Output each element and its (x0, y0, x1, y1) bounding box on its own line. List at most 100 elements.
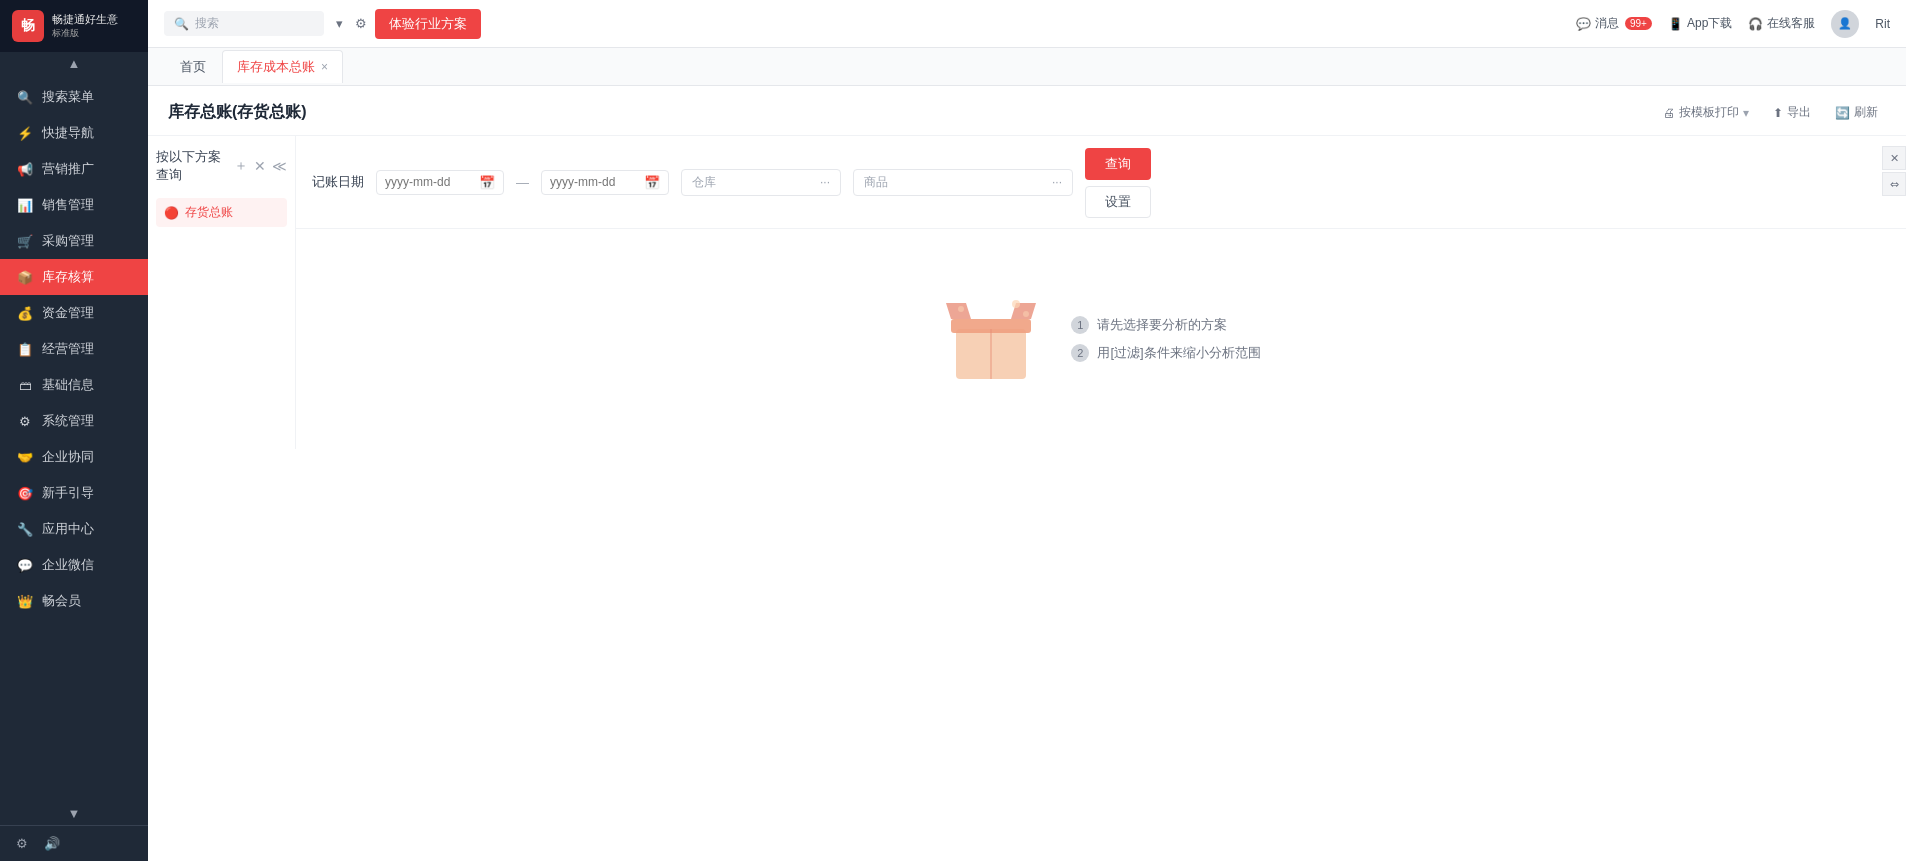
sidebar: 畅 畅捷通好生意 标准版 ▲ 🔍 搜索菜单 ⚡ 快捷导航 📢 营销推广 📊 销售… (0, 0, 148, 861)
tip-num-1: 1 (1071, 316, 1089, 334)
goods-filter[interactable]: 商品 ··· (853, 169, 1073, 196)
topbar: 🔍 搜索 ▾ ⚙ 体验行业方案 💬 消息 99+ 📱 App下载 🎧 在线客服 … (148, 0, 1906, 48)
tab-close-icon[interactable]: × (321, 60, 328, 74)
scheme-icon: 🔴 (164, 206, 179, 220)
service-icon: 🎧 (1748, 17, 1763, 31)
sidebar-scroll-down[interactable]: ▼ (0, 802, 148, 825)
export-icon: ⬆ (1773, 106, 1783, 120)
sidebar-item-member[interactable]: 👑 畅会员 (0, 583, 148, 619)
filter-by-label: 按以下方案查询 (156, 148, 228, 184)
scheme-item-inventory[interactable]: 🔴 存货总账 (156, 198, 287, 227)
wechat-icon: 💬 (16, 556, 34, 574)
sidebar-item-inventory[interactable]: 📦 库存核算 (0, 259, 148, 295)
close-panel-button[interactable]: ✕ (1882, 146, 1906, 170)
user-avatar[interactable]: 👤 (1831, 10, 1859, 38)
date-start-wrap: 📅 (376, 170, 504, 195)
sidebar-item-basic[interactable]: 🗃 基础信息 (0, 367, 148, 403)
sidebar-item-marketing-label: 营销推广 (42, 160, 94, 178)
print-label: 按模板打印 (1679, 104, 1739, 121)
sidebar-item-finance[interactable]: 💰 资金管理 (0, 295, 148, 331)
sidebar-item-operations[interactable]: 📋 经营管理 (0, 331, 148, 367)
filter-inputs: 记账日期 📅 — 📅 仓库 ··· (296, 136, 1906, 229)
settings-footer-icon[interactable]: ⚙ (16, 836, 28, 851)
topbar-search-icon: 🔍 (174, 17, 189, 31)
setting-button[interactable]: 设置 (1085, 186, 1151, 218)
username-label: Rit (1875, 17, 1890, 31)
speaker-footer-icon[interactable]: 🔊 (44, 836, 60, 851)
sidebar-item-wechat-label: 企业微信 (42, 556, 94, 574)
logo-text: 畅捷通好生意 (52, 12, 118, 27)
sidebar-item-system[interactable]: ⚙ 系统管理 (0, 403, 148, 439)
query-button[interactable]: 查询 (1085, 148, 1151, 180)
scheme-add-icon[interactable]: ＋ (234, 157, 248, 175)
tab-active-label: 库存成本总账 (237, 58, 315, 76)
inventory-icon: 📦 (16, 268, 34, 286)
marketing-icon: 📢 (16, 160, 34, 178)
basic-icon: 🗃 (16, 376, 34, 394)
topbar-search-box[interactable]: 🔍 搜索 (164, 11, 324, 36)
expand-panel-button[interactable]: ⇔ (1882, 172, 1906, 196)
sidebar-item-operations-label: 经营管理 (42, 340, 94, 358)
page-title: 库存总账(存货总账) (168, 102, 307, 123)
page-actions: 🖨 按模板打印 ▾ ⬆ 导出 🔄 刷新 (1655, 100, 1886, 125)
sidebar-item-guide-label: 新手引导 (42, 484, 94, 502)
date-separator: — (516, 175, 529, 190)
date-end-input[interactable] (550, 175, 640, 189)
system-icon: ⚙ (16, 412, 34, 430)
message-button[interactable]: 💬 消息 99+ (1576, 15, 1652, 32)
sidebar-item-inventory-label: 库存核算 (42, 268, 94, 286)
tab-home[interactable]: 首页 (164, 50, 222, 84)
sidebar-item-purchase-label: 采购管理 (42, 232, 94, 250)
sidebar-item-search[interactable]: 🔍 搜索菜单 (0, 79, 148, 115)
apps-icon: 🔧 (16, 520, 34, 538)
page-right-buttons: ✕ ⇔ (1882, 146, 1906, 196)
sidebar-item-coop[interactable]: 🤝 企业协同 (0, 439, 148, 475)
logo-badge: 标准版 (52, 27, 118, 40)
date-start-input[interactable] (385, 175, 475, 189)
app-download-button[interactable]: 📱 App下载 (1668, 15, 1732, 32)
calendar-start-icon[interactable]: 📅 (479, 175, 495, 190)
sidebar-item-wechat[interactable]: 💬 企业微信 (0, 547, 148, 583)
scheme-panel-header: 按以下方案查询 ＋ ✕ ≪ (156, 148, 287, 190)
sidebar-nav: 🔍 搜索菜单 ⚡ 快捷导航 📢 营销推广 📊 销售管理 🛒 采购管理 📦 库存核… (0, 75, 148, 802)
sidebar-item-marketing[interactable]: 📢 营销推广 (0, 151, 148, 187)
sidebar-item-search-label: 搜索菜单 (42, 88, 94, 106)
sidebar-item-guide[interactable]: 🎯 新手引导 (0, 475, 148, 511)
promo-button[interactable]: 体验行业方案 (375, 9, 481, 39)
sidebar-item-purchase[interactable]: 🛒 采购管理 (0, 223, 148, 259)
print-chevron-icon: ▾ (1743, 106, 1749, 120)
refresh-button[interactable]: 🔄 刷新 (1827, 100, 1886, 125)
sidebar-item-member-label: 畅会员 (42, 592, 81, 610)
scheme-delete-icon[interactable]: ✕ (254, 158, 266, 174)
message-label: 消息 (1595, 15, 1619, 32)
sidebar-item-apps[interactable]: 🔧 应用中心 (0, 511, 148, 547)
sidebar-item-sales[interactable]: 📊 销售管理 (0, 187, 148, 223)
sales-icon: 📊 (16, 196, 34, 214)
print-button[interactable]: 🖨 按模板打印 ▾ (1655, 100, 1757, 125)
message-icon: 💬 (1576, 17, 1591, 31)
warehouse-more-icon: ··· (820, 175, 830, 189)
quicknav-icon: ⚡ (16, 124, 34, 142)
topbar-gear-icon[interactable]: ⚙ (355, 16, 367, 31)
warehouse-filter[interactable]: 仓库 ··· (681, 169, 841, 196)
sidebar-scroll-up[interactable]: ▲ (0, 52, 148, 75)
tip-text-2: 用[过滤]条件来缩小分析范围 (1097, 344, 1260, 362)
calendar-end-icon[interactable]: 📅 (644, 175, 660, 190)
topbar-right: 💬 消息 99+ 📱 App下载 🎧 在线客服 👤 Rit (1576, 10, 1890, 38)
export-button[interactable]: ⬆ 导出 (1765, 100, 1819, 125)
topbar-chevron-icon[interactable]: ▾ (336, 16, 343, 31)
warehouse-placeholder-text: 仓库 (692, 174, 716, 191)
scheme-collapse-icon[interactable]: ≪ (272, 158, 287, 174)
empty-illustration (941, 289, 1041, 389)
member-icon: 👑 (16, 592, 34, 610)
svg-point-7 (958, 306, 964, 312)
tabbar: 首页 库存成本总账 × (148, 48, 1906, 86)
scheme-panel: 按以下方案查询 ＋ ✕ ≪ 🔴 存货总账 (148, 136, 296, 449)
date-filter-label: 记账日期 (312, 173, 364, 191)
sidebar-item-basic-label: 基础信息 (42, 376, 94, 394)
empty-tip-2: 2 用[过滤]条件来缩小分析范围 (1071, 344, 1260, 362)
tab-inventory-ledger[interactable]: 库存成本总账 × (222, 50, 343, 83)
sidebar-item-quicknav[interactable]: ⚡ 快捷导航 (0, 115, 148, 151)
online-service-button[interactable]: 🎧 在线客服 (1748, 15, 1815, 32)
guide-icon: 🎯 (16, 484, 34, 502)
